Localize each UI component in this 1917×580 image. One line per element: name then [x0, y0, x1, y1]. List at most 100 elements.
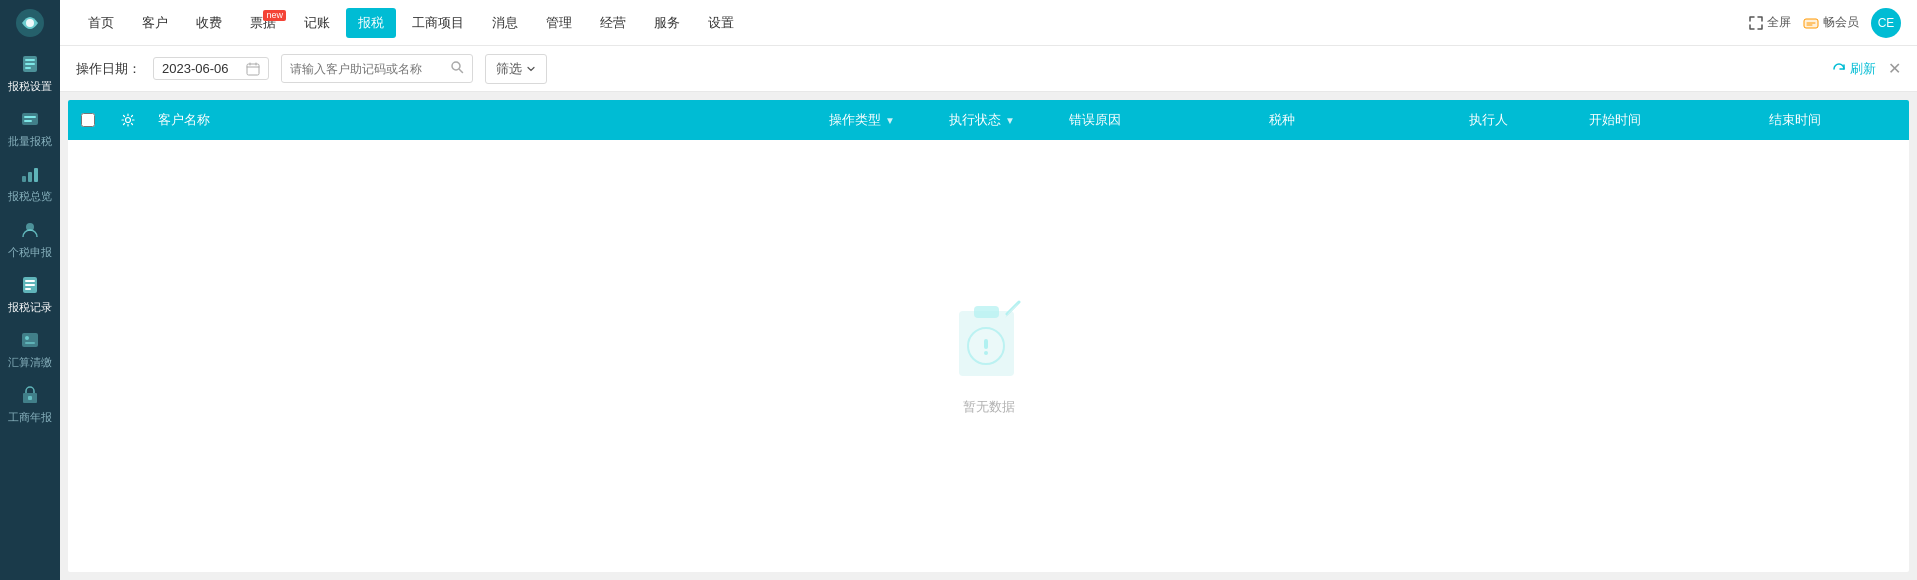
svg-rect-3 [25, 59, 35, 61]
sidebar-item-baoshuizonglan-label: 报税总览 [8, 190, 52, 203]
refresh-label: 刷新 [1850, 60, 1876, 78]
sidebar-item-baoshuijilu[interactable]: 报税记录 [0, 267, 60, 322]
svg-point-25 [452, 62, 460, 70]
th-shuizhong: 税种 [1259, 111, 1459, 129]
toolbar: 操作日期： 筛选 刷新 ✕ [60, 46, 1917, 92]
svg-rect-19 [25, 342, 35, 344]
svg-rect-5 [25, 67, 31, 69]
fullscreen-button[interactable]: 全屏 [1749, 14, 1791, 31]
refresh-icon [1832, 62, 1846, 76]
date-input-wrap[interactable] [153, 57, 269, 80]
th-zhixingzhuangtai[interactable]: 执行状态 ▼ [939, 111, 1059, 129]
baoshuijilu-icon [20, 275, 40, 298]
sidebar-item-piliangbaoshui[interactable]: 批量报税 [0, 101, 60, 156]
empty-clipboard-svg [949, 296, 1029, 386]
sidebar-item-baoshuishezhi[interactable]: 报税设置 [0, 46, 60, 101]
sidebar-item-gongshangnianbaO[interactable]: 工商年报 [0, 377, 60, 432]
main-area: 首页 客户 收费 票据 new 记账 报税 工商项目 消息 管理 经营 服务 设… [60, 0, 1917, 580]
search-button[interactable] [442, 55, 472, 82]
fullscreen-label: 全屏 [1767, 14, 1791, 31]
new-badge: new [263, 10, 286, 21]
th-cuowuyuanyin: 错误原因 [1059, 111, 1259, 129]
sidebar-item-geshuishenbao-label: 个税申报 [8, 246, 52, 259]
search-icon [450, 60, 464, 74]
svg-rect-8 [24, 120, 32, 122]
select-all-checkbox[interactable] [81, 113, 95, 127]
content-area: 操作日期： 筛选 刷新 ✕ [60, 46, 1917, 580]
svg-rect-24 [247, 64, 259, 75]
empty-text: 暂无数据 [963, 398, 1015, 416]
sort-icon-caozuoleixing: ▼ [885, 115, 895, 126]
calendar-icon [246, 62, 260, 76]
sidebar-item-huisuanjiaona[interactable]: 汇算清缴 [0, 322, 60, 377]
app-logo[interactable] [0, 0, 60, 46]
close-button[interactable]: ✕ [1888, 59, 1901, 78]
sidebar-item-baoshuijilu-label: 报税记录 [8, 301, 52, 314]
search-input[interactable] [282, 57, 442, 81]
table-body-empty: 暂无数据 [68, 140, 1909, 572]
nav-item-gongshangxiangmu[interactable]: 工商项目 [400, 8, 476, 38]
svg-rect-10 [28, 172, 32, 182]
svg-rect-4 [25, 63, 35, 65]
gongshangnianbaO-icon [20, 385, 40, 408]
th-zhixingren: 执行人 [1459, 111, 1579, 129]
settings-icon [120, 112, 136, 128]
nav-item-jizhang[interactable]: 记账 [292, 8, 342, 38]
svg-rect-15 [25, 284, 35, 286]
nav-item-fuwu[interactable]: 服务 [642, 8, 692, 38]
svg-rect-28 [974, 306, 999, 318]
date-input[interactable] [162, 61, 242, 76]
svg-rect-7 [24, 116, 36, 118]
huisuanjiaona-icon [20, 330, 40, 353]
nav-items: 首页 客户 收费 票据 new 记账 报税 工商项目 消息 管理 经营 服务 设… [76, 8, 1749, 38]
nav-item-shoufei[interactable]: 收费 [184, 8, 234, 38]
search-wrap [281, 54, 473, 83]
nav-item-guanli[interactable]: 管理 [534, 8, 584, 38]
svg-point-31 [984, 351, 988, 355]
sort-icon-zhixingzhuangtai: ▼ [1005, 115, 1015, 126]
piliangbaoshui-icon [20, 109, 40, 132]
nav-item-xiaoxi[interactable]: 消息 [480, 8, 530, 38]
sidebar-item-geshuishenbao[interactable]: 个税申报 [0, 212, 60, 267]
th-jieshushijian: 结束时间 [1759, 111, 1909, 129]
svg-rect-6 [22, 113, 38, 125]
sidebar-item-baoshuishezhi-label: 报税设置 [8, 80, 52, 93]
svg-rect-16 [25, 288, 31, 290]
member-label: 畅会员 [1823, 14, 1859, 31]
th-gear[interactable] [108, 112, 148, 128]
nav-item-baoshui[interactable]: 报税 [346, 8, 396, 38]
fullscreen-icon [1749, 16, 1763, 30]
member-icon [1803, 15, 1819, 31]
nav-item-shouye[interactable]: 首页 [76, 8, 126, 38]
table-container: 客户名称 操作类型 ▼ 执行状态 ▼ 错误原因 税种 执行人 [68, 100, 1909, 572]
svg-point-26 [126, 118, 131, 123]
svg-rect-14 [25, 280, 35, 282]
member-button[interactable]: 畅会员 [1803, 14, 1859, 31]
sidebar-item-huisuanjiaona-label: 汇算清缴 [8, 356, 52, 369]
baoshuishezhi-icon [20, 54, 40, 77]
nav-item-kehu[interactable]: 客户 [130, 8, 180, 38]
geshuishenbao-icon [20, 220, 40, 243]
svg-point-18 [25, 336, 29, 340]
chevron-down-icon [526, 64, 536, 74]
svg-rect-30 [984, 339, 988, 349]
table-header: 客户名称 操作类型 ▼ 执行状态 ▼ 错误原因 税种 执行人 [68, 100, 1909, 140]
refresh-button[interactable]: 刷新 [1832, 60, 1876, 78]
sidebar-item-baoshuizonglan[interactable]: 报税总览 [0, 156, 60, 211]
sidebar-item-gongshangnianbaO-label: 工商年报 [8, 411, 52, 424]
empty-icon [949, 296, 1029, 386]
th-caozuoleixing[interactable]: 操作类型 ▼ [819, 111, 939, 129]
filter-button[interactable]: 筛选 [485, 54, 547, 84]
filter-label: 筛选 [496, 60, 522, 78]
sidebar: 报税设置 批量报税 报税总览 个税申报 报税记录 汇算清缴 工商年报 [0, 0, 60, 580]
th-checkbox[interactable] [68, 113, 108, 127]
nav-item-jingying[interactable]: 经营 [588, 8, 638, 38]
svg-rect-17 [22, 333, 38, 347]
svg-rect-11 [34, 168, 38, 182]
svg-rect-9 [22, 176, 26, 182]
nav-item-shezhi[interactable]: 设置 [696, 8, 746, 38]
top-nav-right: 全屏 畅会员 CE [1749, 8, 1901, 38]
th-kehumingcheng: 客户名称 [148, 111, 819, 129]
nav-item-piaojv[interactable]: 票据 new [238, 8, 288, 38]
user-avatar[interactable]: CE [1871, 8, 1901, 38]
